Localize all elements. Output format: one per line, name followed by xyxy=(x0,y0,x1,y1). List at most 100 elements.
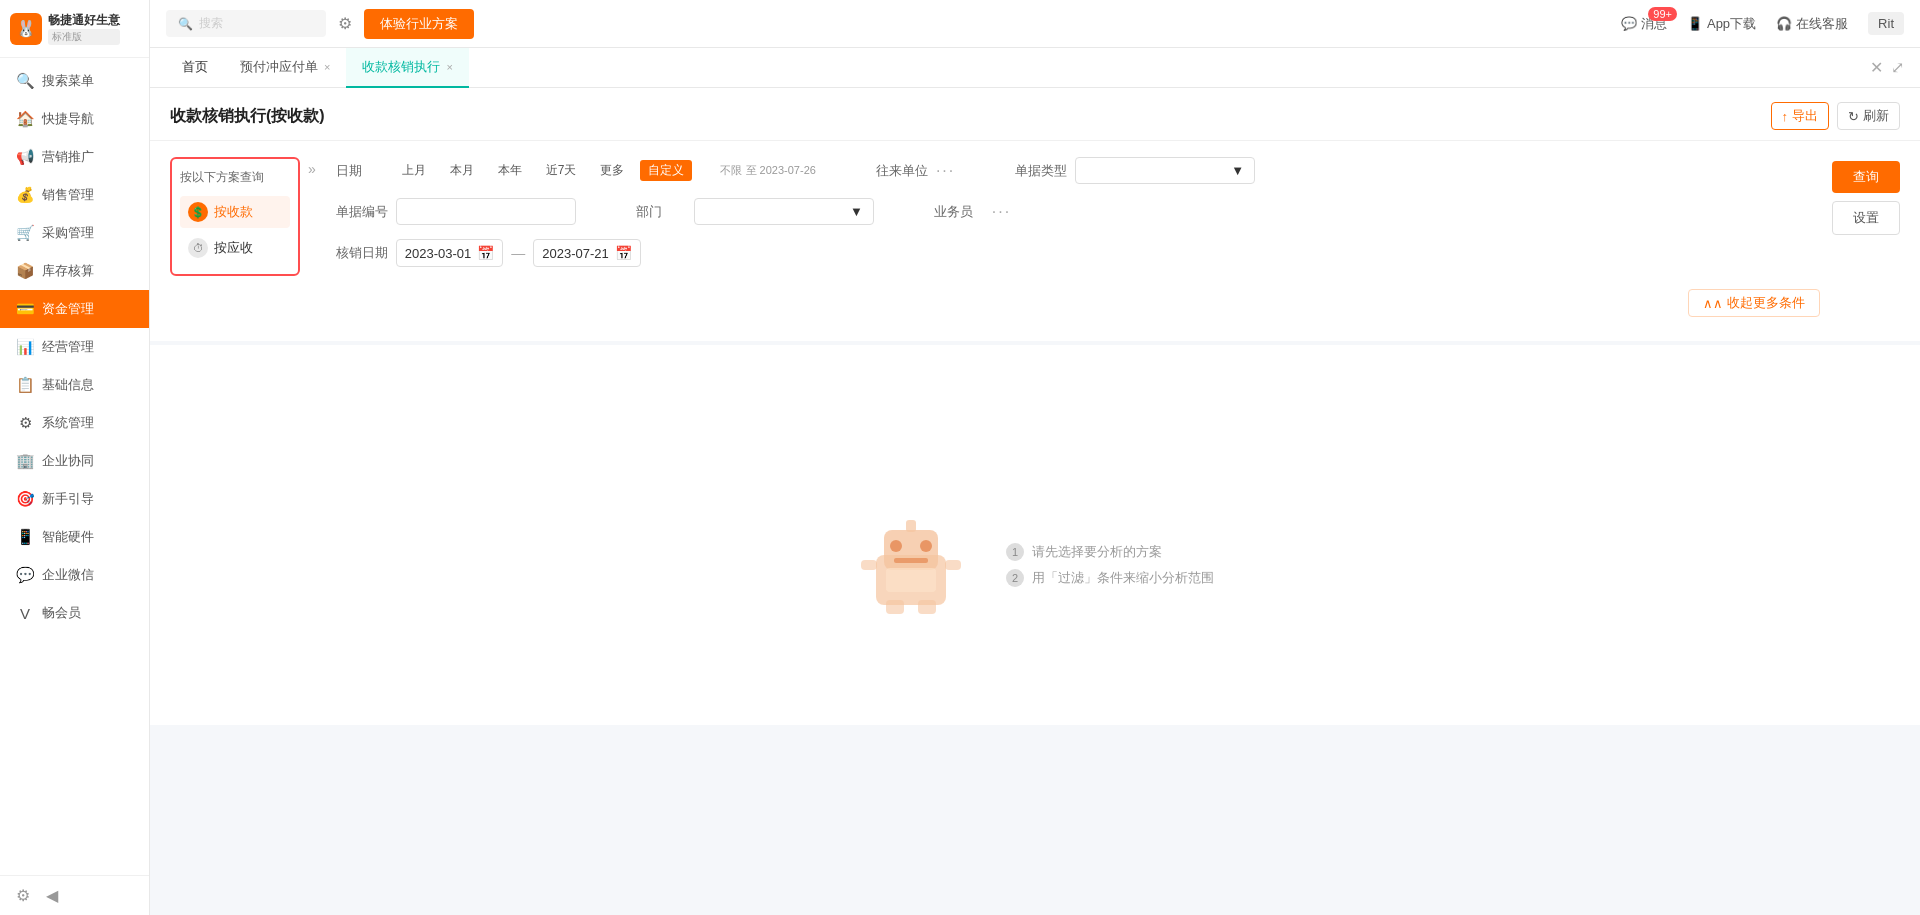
sidebar-item-hardware[interactable]: 📱 智能硬件 xyxy=(0,518,149,556)
app-icon: 📱 xyxy=(1687,16,1703,31)
department-select[interactable]: ▼ xyxy=(694,198,874,225)
verify-date-start[interactable]: 2023-03-01 📅 xyxy=(396,239,504,267)
collapse-sidebar-button[interactable]: » xyxy=(304,157,320,181)
system-icon: ⚙ xyxy=(16,414,34,432)
sidebar-item-label: 系统管理 xyxy=(42,414,94,432)
collapse-more-button[interactable]: ∧∧ 收起更多条件 xyxy=(1688,289,1820,317)
query-button[interactable]: 查询 xyxy=(1832,161,1900,193)
sidebar-item-inventory[interactable]: 📦 库存核算 xyxy=(0,252,149,290)
online-service-button[interactable]: 🎧 在线客服 xyxy=(1776,15,1848,33)
sidebar-item-marketing[interactable]: 📢 营销推广 xyxy=(0,138,149,176)
search-icon: 🔍 xyxy=(178,17,193,31)
sidebar-item-member[interactable]: V 畅会员 xyxy=(0,594,149,632)
chevron-down-icon: ▼ xyxy=(1231,163,1244,178)
sidebar-item-finance[interactable]: 💳 资金管理 xyxy=(0,290,149,328)
solution-button[interactable]: 体验行业方案 xyxy=(364,9,474,39)
message-button[interactable]: 💬 消息 99+ xyxy=(1621,15,1667,33)
refresh-button[interactable]: ↻ 刷新 xyxy=(1837,102,1900,130)
sidebar-nav: 🔍 搜索菜单 🏠 快捷导航 📢 营销推广 💰 销售管理 🛒 采购管理 📦 库存核… xyxy=(0,58,149,875)
sidebar-item-guide[interactable]: 🎯 新手引导 xyxy=(0,480,149,518)
sidebar-item-basic[interactable]: 📋 基础信息 xyxy=(0,366,149,404)
date-this-year[interactable]: 本年 xyxy=(490,159,530,182)
page-header-actions: ↑ 导出 ↻ 刷新 xyxy=(1771,102,1901,130)
svg-point-2 xyxy=(890,540,902,552)
date-this-month[interactable]: 本月 xyxy=(442,159,482,182)
sidebar-item-label: 库存核算 xyxy=(42,262,94,280)
date-last-month[interactable]: 上月 xyxy=(394,159,434,182)
receivable-option-icon: ⏱ xyxy=(188,238,208,258)
close-tab-icon[interactable]: ✕ xyxy=(1870,58,1883,77)
tab-close-active-icon[interactable]: × xyxy=(446,61,452,73)
verify-date-end[interactable]: 2023-07-21 📅 xyxy=(533,239,641,267)
tab-collection[interactable]: 收款核销执行 × xyxy=(346,48,468,88)
bill-no-input[interactable] xyxy=(396,198,576,225)
filter-row-verify-date: 核销日期 2023-03-01 📅 — 2023-07-21 📅 xyxy=(336,239,1820,267)
tab-close-icon[interactable]: × xyxy=(324,61,330,73)
export-button[interactable]: ↑ 导出 xyxy=(1771,102,1830,130)
member-icon: V xyxy=(16,605,34,622)
settings-icon[interactable]: ⚙ xyxy=(16,886,30,905)
verify-date-label: 核销日期 xyxy=(336,244,388,262)
bill-type-filter: 单据类型 ▼ xyxy=(1015,157,1255,184)
sidebar-item-label: 新手引导 xyxy=(42,490,94,508)
bill-no-label: 单据编号 xyxy=(336,203,388,221)
department-filter: 部门 ▼ xyxy=(636,198,874,225)
collapse-sidebar-icon[interactable]: ◀ xyxy=(46,886,58,905)
svg-point-3 xyxy=(920,540,932,552)
finance-icon: 💳 xyxy=(16,300,34,318)
sidebar-item-enterprise[interactable]: 🏢 企业协同 xyxy=(0,442,149,480)
refresh-icon: ↻ xyxy=(1848,109,1859,124)
bill-no-filter: 单据编号 xyxy=(336,198,576,225)
department-label: 部门 xyxy=(636,203,686,221)
sidebar-bottom: ⚙ ◀ xyxy=(0,875,149,915)
sidebar-item-purchase[interactable]: 🛒 采购管理 xyxy=(0,214,149,252)
basic-icon: 📋 xyxy=(16,376,34,394)
salesman-input[interactable]: ··· xyxy=(992,203,1011,221)
date-dash: — xyxy=(511,245,525,261)
tabs-actions: ✕ ⤢ xyxy=(1870,58,1904,77)
guide-icon: 🎯 xyxy=(16,490,34,508)
enterprise-icon: 🏢 xyxy=(16,452,34,470)
counterparty-input[interactable]: ··· xyxy=(936,162,955,180)
tab-prepay[interactable]: 预付冲应付单 × xyxy=(224,48,346,88)
counterparty-label: 往来单位 xyxy=(876,162,928,180)
filter-row-date: 日期 上月 本月 本年 近7天 更多 自定义 xyxy=(336,157,1820,184)
tab-home[interactable]: 首页 xyxy=(166,48,224,88)
date-custom[interactable]: 自定义 xyxy=(640,160,692,181)
date-more[interactable]: 更多 xyxy=(592,159,632,182)
sidebar-item-quicknav[interactable]: 🏠 快捷导航 xyxy=(0,100,149,138)
message-icon: 💬 xyxy=(1621,16,1637,31)
svg-rect-6 xyxy=(886,600,904,614)
query-sidebar: 按以下方案查询 💲 按收款 ⏱ 按应收 xyxy=(170,157,300,276)
hardware-icon: 📱 xyxy=(16,528,34,546)
logo-icon: 🐰 xyxy=(10,13,42,45)
operations-icon: 📊 xyxy=(16,338,34,356)
logo-area: 🐰 畅捷通好生意 标准版 xyxy=(0,0,149,58)
sidebar-item-search[interactable]: 🔍 搜索菜单 xyxy=(0,62,149,100)
app-download-button[interactable]: 📱 App下载 xyxy=(1687,15,1756,33)
sidebar-item-wechat[interactable]: 💬 企业微信 xyxy=(0,556,149,594)
date-filter: 日期 上月 本月 本年 近7天 更多 自定义 xyxy=(336,159,693,182)
bill-type-select[interactable]: ▼ xyxy=(1075,157,1255,184)
sidebar-item-label: 销售管理 xyxy=(42,186,94,204)
tabs-bar: 首页 预付冲应付单 × 收款核销执行 × ✕ ⤢ xyxy=(150,48,1920,88)
sidebar-item-operations[interactable]: 📊 经营管理 xyxy=(0,328,149,366)
filter-row-bill: 单据编号 部门 ▼ 业务员 xyxy=(336,198,1820,225)
sidebar-item-sales[interactable]: 💰 销售管理 xyxy=(0,176,149,214)
empty-tip-2: 2 用「过滤」条件来缩小分析范围 xyxy=(1006,569,1214,587)
user-menu[interactable]: Rit xyxy=(1868,12,1904,35)
topbar-search[interactable]: 🔍 搜索 xyxy=(166,10,326,37)
calendar-start-icon: 📅 xyxy=(477,245,494,261)
date-7days[interactable]: 近7天 xyxy=(538,159,585,182)
expand-tab-icon[interactable]: ⤢ xyxy=(1891,58,1904,77)
home-icon: 🏠 xyxy=(16,110,34,128)
topbar-gear-icon[interactable]: ⚙ xyxy=(338,14,352,33)
date-no-limit: 不限 至 2023-07-26 xyxy=(720,163,815,178)
sidebar-item-system[interactable]: ⚙ 系统管理 xyxy=(0,404,149,442)
query-option-by-receipt[interactable]: 💲 按收款 xyxy=(180,196,290,228)
query-option-by-receivable[interactable]: ⏱ 按应收 xyxy=(180,232,290,264)
svg-rect-8 xyxy=(861,560,877,570)
set-button[interactable]: 设置 xyxy=(1832,201,1900,235)
page-content: 收款核销执行(按收款) ↑ 导出 ↻ 刷新 按以下方案查询 💲 xyxy=(150,88,1920,915)
query-sidebar-title: 按以下方案查询 xyxy=(180,169,290,186)
